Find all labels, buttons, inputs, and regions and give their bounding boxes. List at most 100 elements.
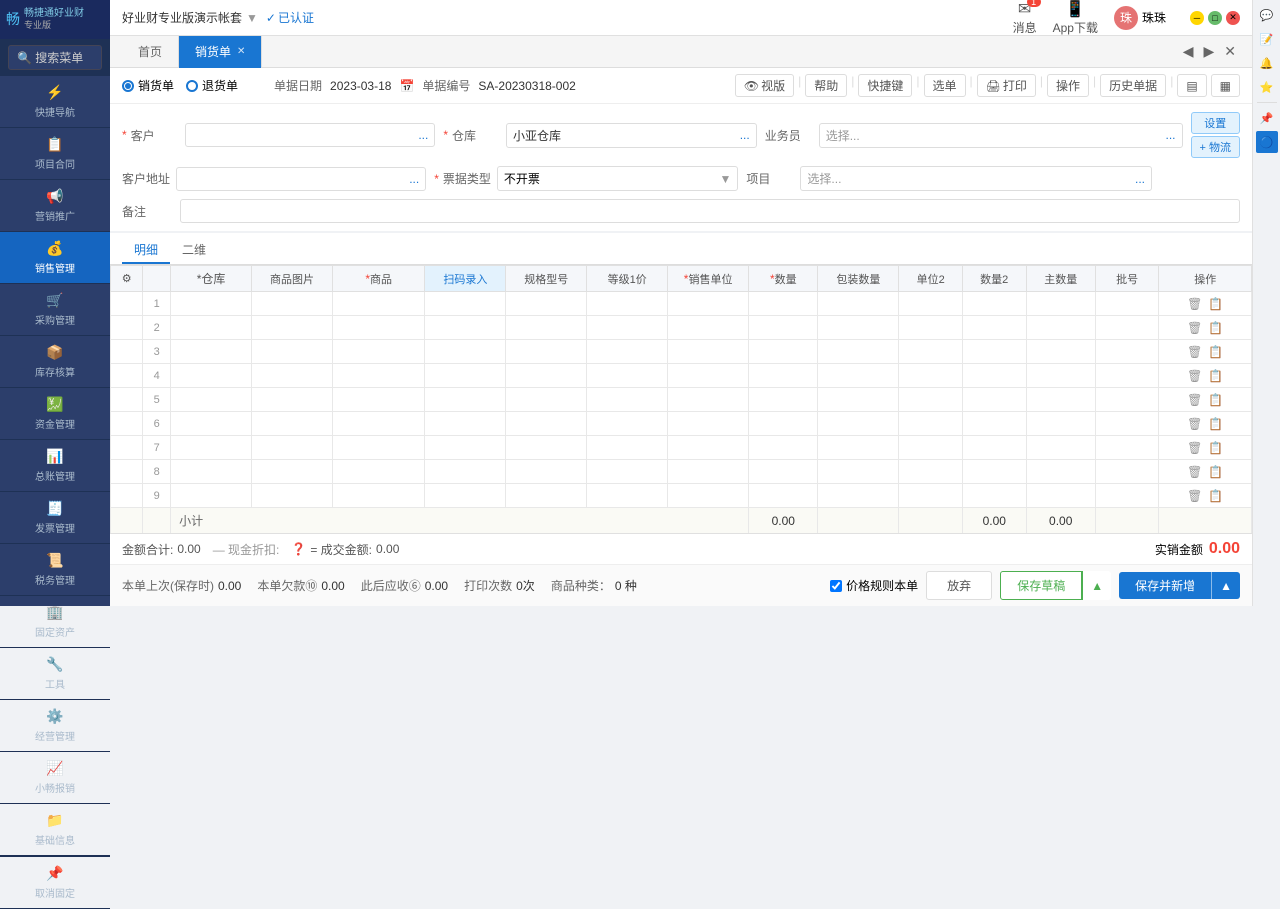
customer-ellipsis-icon[interactable]: ... — [418, 128, 428, 142]
sidebar-cancel-pin-btn[interactable]: 📌 取消固定 — [0, 857, 110, 909]
delete-row-8-btn[interactable]: 🗑 — [1185, 464, 1204, 480]
delete-row-5-btn[interactable]: 🗑 — [1185, 392, 1204, 408]
delete-row-2-btn[interactable]: 🗑 — [1185, 320, 1204, 336]
copy-row-9-btn[interactable]: 📋 — [1206, 488, 1225, 504]
delete-row-1-btn[interactable]: 🗑 — [1185, 296, 1204, 312]
cell-warehouse-2[interactable] — [171, 316, 252, 340]
history-button[interactable]: 历史单据 — [1100, 74, 1166, 97]
cell-q-3[interactable] — [749, 340, 818, 364]
right-panel-active-btn[interactable]: 🔵 — [1256, 131, 1278, 153]
customer-input[interactable]: ... — [185, 123, 436, 147]
copy-row-2-btn[interactable]: 📋 — [1206, 320, 1225, 336]
cell-warehouse-3[interactable] — [171, 340, 252, 364]
salesperson-input[interactable]: 选择... ... — [819, 123, 1183, 148]
price-check-checkbox[interactable] — [830, 580, 842, 592]
sidebar-item-projects[interactable]: 📋 项目合同 — [0, 128, 110, 180]
sidebar-item-quick-nav[interactable]: ⚡ 快捷导航 — [0, 76, 110, 128]
view-button[interactable]: 👁 视版 — [735, 74, 794, 97]
list-view-button[interactable]: ▦ — [1211, 74, 1240, 97]
cell-product-2[interactable] — [332, 316, 424, 340]
address-ellipsis-icon[interactable]: ... — [409, 172, 419, 186]
cell-bi-3[interactable] — [425, 340, 506, 364]
sidebar-item-reports[interactable]: 📈 小畅报销 — [0, 752, 110, 804]
sidebar-item-sales[interactable]: 💰 销售管理 — [0, 232, 110, 284]
table-view-button[interactable]: ▤ — [1177, 74, 1206, 97]
select-button[interactable]: 选单 — [924, 74, 966, 97]
warehouse-ellipsis-icon[interactable]: ... — [740, 128, 750, 142]
delete-row-7-btn[interactable]: 🗑 — [1185, 440, 1204, 456]
col-warehouse[interactable]: *仓库 — [171, 266, 252, 292]
company-select[interactable]: 好业财专业版演示帐套 ▼ — [122, 9, 258, 26]
maximize-button[interactable]: □ — [1208, 11, 1222, 25]
sidebar-item-inventory[interactable]: 📦 库存核算 — [0, 336, 110, 388]
message-button[interactable]: ✉ 1 消息 — [1013, 0, 1037, 36]
sidebar-item-tools[interactable]: 🔧 工具 — [0, 648, 110, 700]
right-panel-star-btn[interactable]: ⭐ — [1256, 76, 1278, 98]
col-qty[interactable]: *数量 — [749, 266, 818, 292]
calendar-icon[interactable]: 📅 — [399, 79, 414, 93]
abandon-button[interactable]: 放弃 — [926, 571, 992, 600]
save-draft-button[interactable]: 保存草稿 — [1000, 571, 1082, 600]
sidebar-item-invoice[interactable]: 🧾 发票管理 — [0, 492, 110, 544]
cell-product-1[interactable] — [332, 292, 424, 316]
col-batch-input[interactable]: 扫码录入 — [425, 266, 506, 292]
remark-input[interactable] — [180, 199, 1240, 223]
sidebar-item-purchase[interactable]: 🛒 采购管理 — [0, 284, 110, 336]
cell-batch-input-2[interactable] — [425, 316, 506, 340]
shortcut-button[interactable]: 快捷键 — [858, 74, 912, 97]
project-input[interactable]: 选择... ... — [800, 166, 1152, 191]
project-ellipsis-icon[interactable]: ... — [1135, 172, 1145, 186]
operate-button[interactable]: 操作 — [1047, 74, 1089, 97]
delete-row-3-btn[interactable]: 🗑 — [1185, 344, 1204, 360]
sidebar-item-base-info[interactable]: 📁 基础信息 — [0, 804, 110, 856]
tab-sales-order[interactable]: 销货单 ✕ — [179, 36, 262, 68]
save-draft-dropdown-button[interactable]: ▲ — [1082, 571, 1111, 600]
sidebar-item-accounting[interactable]: 📊 总账管理 — [0, 440, 110, 492]
tab-next-button[interactable]: ▶ — [1199, 41, 1218, 62]
copy-row-8-btn[interactable]: 📋 — [1206, 464, 1225, 480]
copy-row-3-btn[interactable]: 📋 — [1206, 344, 1225, 360]
right-panel-chat-btn[interactable]: 💬 — [1256, 4, 1278, 26]
save-new-dropdown-button[interactable]: ▲ — [1211, 572, 1240, 599]
right-panel-notify-btn[interactable]: 🔔 — [1256, 52, 1278, 74]
delete-row-9-btn[interactable]: 🗑 — [1185, 488, 1204, 504]
col-product[interactable]: *商品 — [332, 266, 424, 292]
cell-su-3[interactable] — [668, 340, 749, 364]
add-logistics-button[interactable]: + 物流 — [1191, 136, 1240, 158]
tab-home[interactable]: 首页 — [122, 36, 179, 68]
copy-row-7-btn[interactable]: 📋 — [1206, 440, 1225, 456]
cell-batch-input-1[interactable] — [425, 292, 506, 316]
delete-row-6-btn[interactable]: 🗑 — [1185, 416, 1204, 432]
copy-row-5-btn[interactable]: 📋 — [1206, 392, 1225, 408]
close-button[interactable]: ✕ — [1226, 11, 1240, 25]
radio-return[interactable]: 退货单 — [186, 77, 238, 94]
invoice-select[interactable]: 不开票 ▼ — [497, 166, 739, 191]
tab-close-icon[interactable]: ✕ — [237, 46, 245, 57]
minimize-button[interactable]: ─ — [1190, 11, 1204, 25]
save-new-button[interactable]: 保存并新增 — [1119, 572, 1211, 599]
app-download-button[interactable]: 📱 App下载 — [1053, 0, 1098, 36]
cell-qty-2[interactable] — [749, 316, 818, 340]
sidebar-item-tax[interactable]: 📜 税务管理 — [0, 544, 110, 596]
warehouse-input[interactable]: 小亚仓库 ... — [506, 123, 757, 148]
tab-close-all-button[interactable]: ✕ — [1220, 41, 1240, 62]
right-panel-pin-btn[interactable]: 📌 — [1256, 107, 1278, 129]
address-input[interactable]: ... — [176, 167, 426, 191]
sidebar-item-fixed-assets[interactable]: 🏢 固定资产 — [0, 596, 110, 648]
copy-row-6-btn[interactable]: 📋 — [1206, 416, 1225, 432]
cell-product-3[interactable] — [332, 340, 424, 364]
col-settings[interactable]: ⚙ — [111, 266, 143, 292]
radio-sale[interactable]: 销货单 — [122, 77, 174, 94]
right-panel-note-btn[interactable]: 📝 — [1256, 28, 1278, 50]
col-sale-unit[interactable]: *销售单位 — [668, 266, 749, 292]
cell-sale-unit-1[interactable] — [668, 292, 749, 316]
search-menu-button[interactable]: 🔍 搜索菜单 — [8, 45, 102, 70]
cell-qty-1[interactable] — [749, 292, 818, 316]
cell-warehouse-1[interactable] — [171, 292, 252, 316]
tab-detail[interactable]: 明细 — [122, 237, 170, 264]
print-button[interactable]: 🖨 打印 — [977, 74, 1036, 97]
salesperson-ellipsis-icon[interactable]: ... — [1166, 128, 1176, 142]
tab-prev-button[interactable]: ◀ — [1179, 41, 1198, 62]
copy-row-1-btn[interactable]: 📋 — [1206, 296, 1225, 312]
sidebar-item-finance[interactable]: 💹 资金管理 — [0, 388, 110, 440]
